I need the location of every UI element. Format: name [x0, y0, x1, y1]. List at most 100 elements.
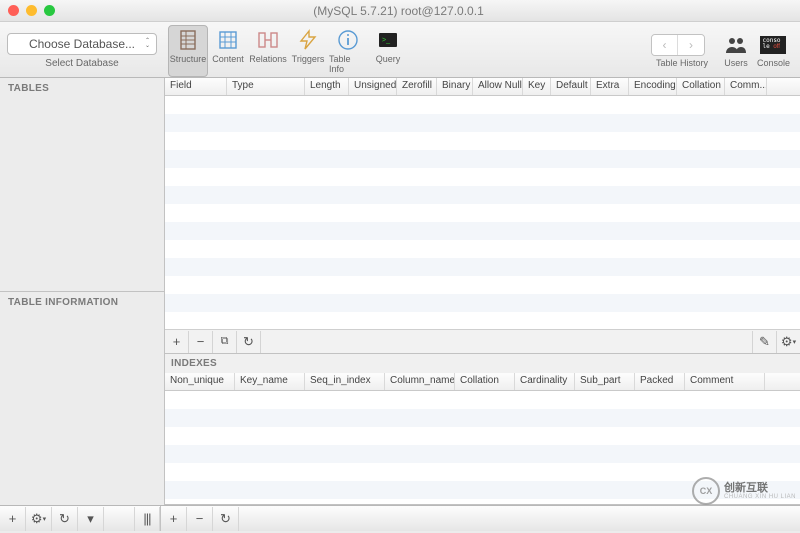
watermark-logo: CX: [692, 477, 720, 505]
tab-tableinfo[interactable]: Table Info: [328, 25, 368, 77]
tab-relations[interactable]: Relations: [248, 25, 288, 77]
history-back-button[interactable]: ‹: [652, 35, 678, 55]
column-header[interactable]: Binary: [437, 78, 473, 95]
refresh-fields-button[interactable]: ↻: [237, 331, 261, 353]
column-header[interactable]: Collation: [455, 373, 515, 390]
fields-action-bar: + − ⧉ ↻ ✎ ⚙▾: [165, 329, 800, 353]
edit-field-button[interactable]: ✎: [752, 331, 776, 353]
console-label: Console: [757, 58, 790, 68]
table-row: [165, 114, 800, 132]
indexes-header: INDEXES: [165, 354, 800, 373]
columns-button[interactable]: |||: [134, 507, 160, 531]
watermark-sub: CHUANG XIN HU LIAN: [724, 494, 796, 500]
table-row: [165, 391, 800, 409]
table-row: [165, 204, 800, 222]
tables-section: TABLES: [0, 78, 164, 291]
tab-label: Structure: [170, 54, 207, 64]
close-window-button[interactable]: [8, 5, 19, 16]
tables-header: TABLES: [0, 78, 164, 99]
column-header[interactable]: Seq_in_index: [305, 373, 385, 390]
table-row: [165, 276, 800, 294]
refresh-index-button[interactable]: ↻: [213, 507, 239, 531]
svg-text:>_: >_: [382, 37, 390, 44]
refresh-button[interactable]: ↻: [52, 507, 78, 531]
add-field-button[interactable]: +: [165, 331, 189, 353]
history-label: Table History: [656, 58, 708, 68]
indexes-column-headers: Non_uniqueKey_nameSeq_in_indexColumn_nam…: [165, 373, 800, 391]
duplicate-field-button[interactable]: ⧉: [213, 331, 237, 353]
column-header[interactable]: Column_name: [385, 373, 455, 390]
column-header[interactable]: Packed: [635, 373, 685, 390]
remove-index-button[interactable]: −: [187, 507, 213, 531]
column-header[interactable]: Non_unique: [165, 373, 235, 390]
sidebar: TABLES TABLE INFORMATION: [0, 78, 165, 505]
fields-column-headers: FieldTypeLengthUnsignedZerofillBinaryAll…: [165, 78, 800, 96]
tab-label: Table Info: [329, 54, 367, 74]
column-header[interactable]: Extra: [591, 78, 629, 95]
users-icon: [724, 35, 748, 55]
column-header[interactable]: Default: [551, 78, 591, 95]
fields-grid-body[interactable]: [165, 96, 800, 329]
table-row: [165, 168, 800, 186]
database-selector-text: Choose Database...: [29, 37, 135, 51]
query-icon: >_: [376, 28, 400, 52]
tableinfo-icon: [336, 28, 360, 52]
watermark-text: 创新互联: [724, 483, 796, 494]
column-header[interactable]: Unsigned: [349, 78, 397, 95]
view-tabs: Structure Content Relations Triggers Tab…: [168, 25, 408, 77]
panel-toggle-button[interactable]: ▾: [78, 507, 104, 531]
field-settings-button[interactable]: ⚙▾: [776, 331, 800, 353]
content-area: FieldTypeLengthUnsignedZerofillBinaryAll…: [165, 78, 800, 505]
column-header[interactable]: Type: [227, 78, 305, 95]
table-row: [165, 427, 800, 445]
tab-label: Relations: [249, 54, 287, 64]
table-row: [165, 96, 800, 114]
gear-icon: ⚙: [31, 511, 43, 527]
minimize-window-button[interactable]: [26, 5, 37, 16]
users-label: Users: [724, 58, 748, 68]
column-header[interactable]: Allow Null: [473, 78, 523, 95]
table-info-section: TABLE INFORMATION: [0, 291, 164, 505]
zoom-window-button[interactable]: [44, 5, 55, 16]
add-button[interactable]: +: [0, 507, 26, 531]
column-header[interactable]: Collation: [677, 78, 725, 95]
history-forward-button[interactable]: ›: [678, 35, 704, 55]
relations-icon: [256, 28, 280, 52]
table-row: [165, 132, 800, 150]
tab-label: Content: [212, 54, 244, 64]
table-row: [165, 445, 800, 463]
window-title: (MySQL 5.7.21) root@127.0.0.1: [55, 4, 742, 18]
tab-content[interactable]: Content: [208, 25, 248, 77]
database-selector-label: Select Database: [45, 58, 118, 69]
table-row: [165, 312, 800, 329]
column-header[interactable]: Zerofill: [397, 78, 437, 95]
column-header[interactable]: Sub_part: [575, 373, 635, 390]
table-row: [165, 258, 800, 276]
table-row: [165, 222, 800, 240]
structure-icon: [176, 28, 200, 52]
columns-icon: |||: [143, 511, 150, 526]
database-selector[interactable]: Choose Database...: [7, 33, 157, 55]
console-icon: console off: [760, 36, 786, 54]
tab-triggers[interactable]: Triggers: [288, 25, 328, 77]
column-header[interactable]: Encoding: [629, 78, 677, 95]
users-button[interactable]: Users: [723, 34, 749, 68]
tab-query[interactable]: >_ Query: [368, 25, 408, 77]
column-header[interactable]: Key: [523, 78, 551, 95]
column-header[interactable]: Length: [305, 78, 349, 95]
table-info-header: TABLE INFORMATION: [0, 292, 164, 313]
column-header[interactable]: Comment: [685, 373, 765, 390]
tab-structure[interactable]: Structure: [168, 25, 208, 77]
table-row: [165, 240, 800, 258]
tab-label: Query: [376, 54, 401, 64]
column-header[interactable]: Comm...: [725, 78, 767, 95]
column-header[interactable]: Cardinality: [515, 373, 575, 390]
column-header[interactable]: Key_name: [235, 373, 305, 390]
gear-icon: ⚙: [781, 334, 793, 350]
console-button[interactable]: console off Console: [757, 34, 790, 68]
add-index-button[interactable]: +: [161, 507, 187, 531]
triggers-icon: [296, 28, 320, 52]
column-header[interactable]: Field: [165, 78, 227, 95]
remove-field-button[interactable]: −: [189, 331, 213, 353]
settings-button[interactable]: ⚙▾: [26, 507, 52, 531]
